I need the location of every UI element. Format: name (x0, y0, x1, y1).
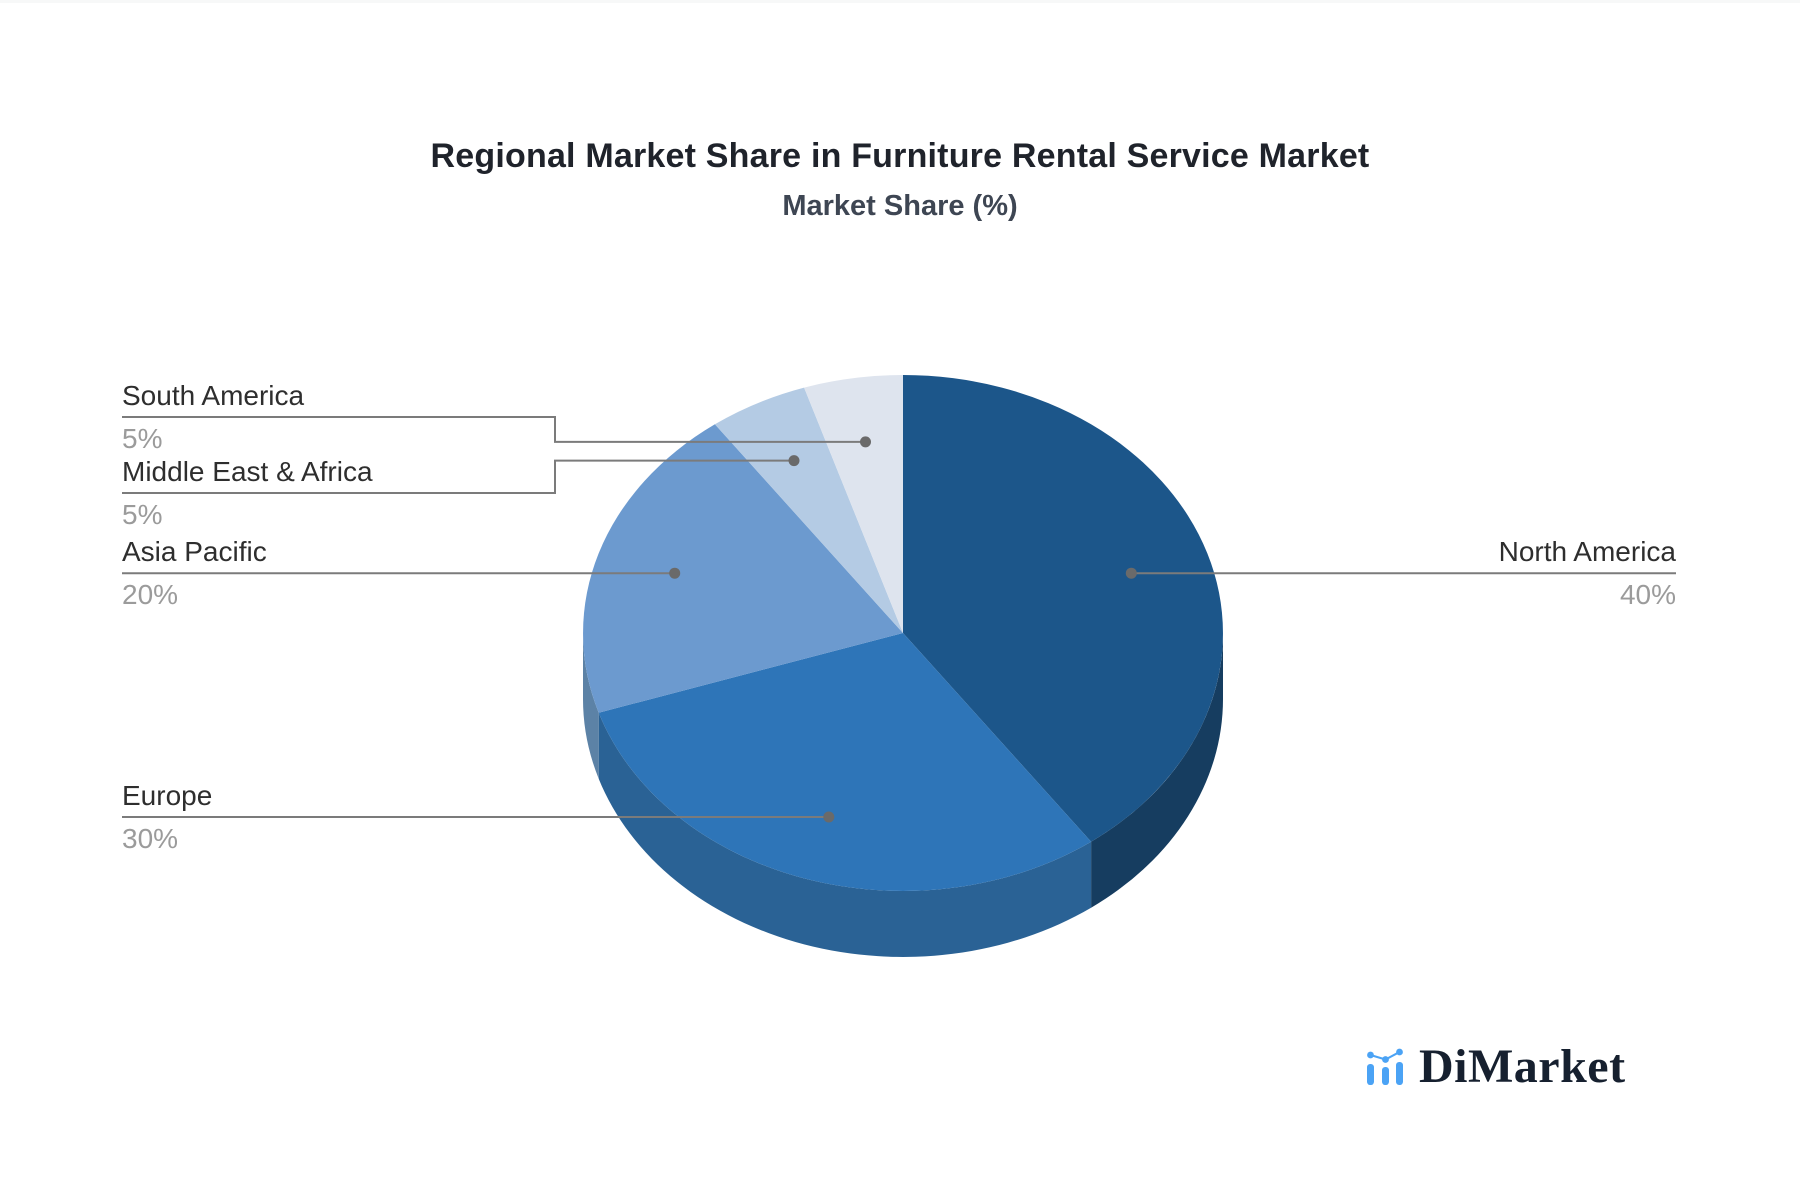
slice-value-label: 40% (1619, 579, 1676, 611)
slice-name-label: North America (1498, 536, 1676, 568)
pie-chart-svg (122, 374, 1676, 957)
page: { "frame": { "top_strip_color": "#f7f8f8… (0, 0, 1800, 1196)
leader-dot-asia-pacific (669, 567, 681, 579)
logo-dot (1382, 1056, 1389, 1063)
brand-name: DiMarket (1419, 1040, 1626, 1093)
slice-value-label: 5% (122, 423, 163, 454)
slice-value-label: 20% (122, 579, 179, 611)
slice-name-label: Asia Pacific (122, 536, 267, 568)
leader-dot-middle-east-africa (788, 455, 800, 467)
slice-name-label: Middle East & Africa (122, 456, 373, 487)
brand-logo: DiMarket (1364, 1040, 1626, 1093)
leader-dot-south-america (860, 436, 871, 448)
leader-dot-europe (823, 811, 835, 823)
leader-dot-north-america (1125, 567, 1137, 579)
logo-dot (1367, 1051, 1374, 1059)
slice-name-label: Europe (122, 780, 213, 811)
logo-bar (1382, 1067, 1389, 1085)
slice-value-label: 30% (122, 823, 179, 854)
logo-bar (1396, 1062, 1403, 1085)
slice-name-label: South America (122, 380, 305, 411)
logo-dot (1396, 1048, 1403, 1056)
bar-line-chart-icon (1367, 1048, 1403, 1085)
logo-bar (1367, 1064, 1374, 1085)
slice-value-label: 5% (122, 499, 163, 530)
